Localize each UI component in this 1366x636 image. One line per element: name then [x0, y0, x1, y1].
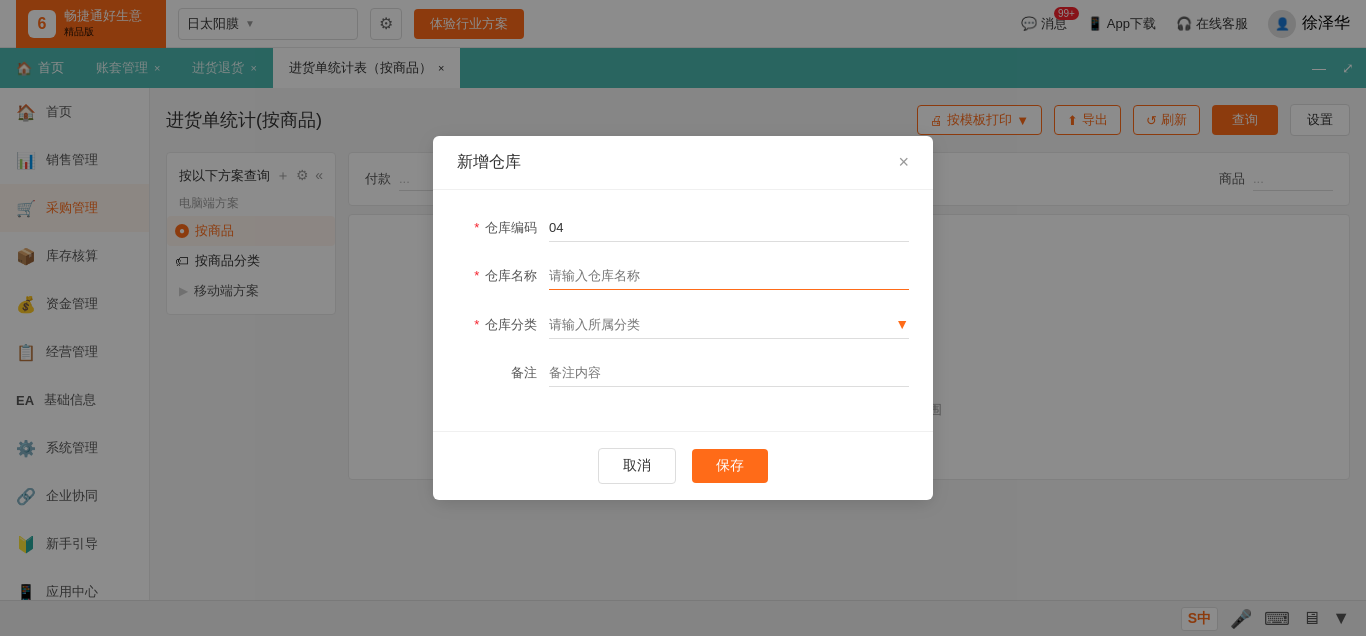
warehouse-category-label: * 仓库分类 — [457, 316, 537, 334]
modal-close-btn[interactable]: × — [898, 152, 909, 173]
warehouse-code-input[interactable] — [549, 214, 909, 242]
warehouse-remark-row: 备注 — [457, 359, 909, 387]
warehouse-name-label: * 仓库名称 — [457, 267, 537, 285]
modal-overlay: 新增仓库 × * 仓库编码 * 仓库名称 — [0, 0, 1366, 636]
warehouse-category-input[interactable] — [549, 317, 895, 332]
category-dropdown-icon: ▼ — [895, 316, 909, 332]
modal-header: 新增仓库 × — [433, 136, 933, 190]
warehouse-remark-label: 备注 — [457, 364, 537, 382]
modal-footer: 取消 保存 — [433, 431, 933, 500]
warehouse-code-label: * 仓库编码 — [457, 219, 537, 237]
save-button[interactable]: 保存 — [692, 449, 768, 483]
cancel-button[interactable]: 取消 — [598, 448, 676, 484]
modal-body: * 仓库编码 * 仓库名称 * 仓库分类 — [433, 190, 933, 431]
warehouse-name-row: * 仓库名称 — [457, 262, 909, 290]
warehouse-category-select[interactable]: ▼ — [549, 310, 909, 339]
warehouse-code-row: * 仓库编码 — [457, 214, 909, 242]
warehouse-name-input[interactable] — [549, 262, 909, 290]
warehouse-category-row: * 仓库分类 ▼ — [457, 310, 909, 339]
modal-title: 新增仓库 — [457, 152, 521, 173]
new-warehouse-modal: 新增仓库 × * 仓库编码 * 仓库名称 — [433, 136, 933, 500]
warehouse-remark-input[interactable] — [549, 359, 909, 387]
